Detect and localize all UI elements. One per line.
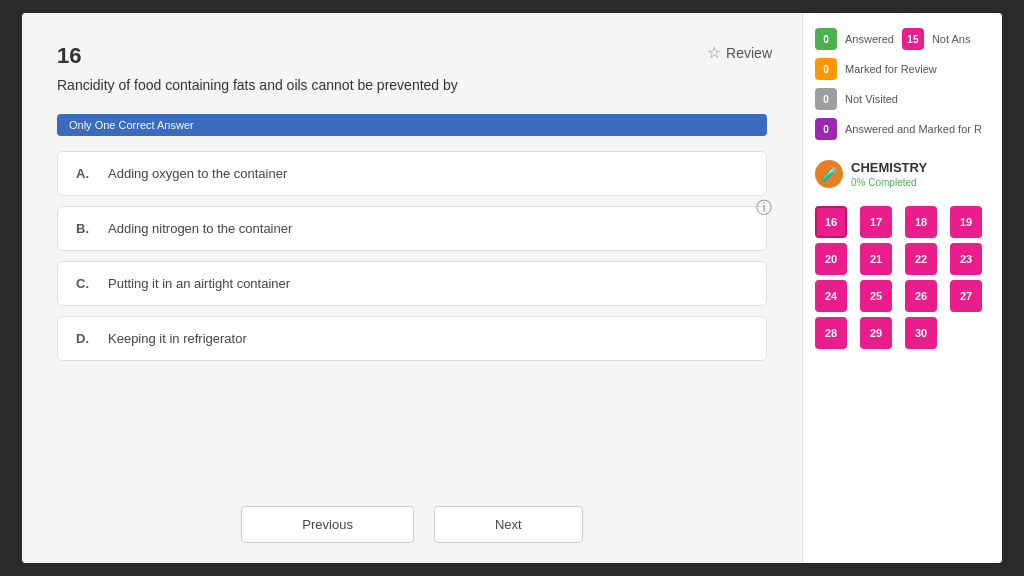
review-button[interactable]: ☆ Review <box>707 43 772 62</box>
option-a-letter: A. <box>76 166 96 181</box>
q-27[interactable]: 27 <box>950 280 982 312</box>
q-23[interactable]: 23 <box>950 243 982 275</box>
option-d-letter: D. <box>76 331 96 346</box>
subject-section: 🧪 CHEMISTRY 0% Completed <box>815 154 990 194</box>
subject-icon: 🧪 <box>815 160 843 188</box>
marked-label: Marked for Review <box>845 63 937 75</box>
screen: 16 ☆ Review Rancidity of food containing… <box>22 13 1002 563</box>
option-d[interactable]: D. Keeping it in refrigerator <box>57 316 767 361</box>
option-a[interactable]: A. Adding oxygen to the container <box>57 151 767 196</box>
answered-marked-badge: 0 <box>815 118 837 140</box>
option-b-text: Adding nitrogen to the container <box>108 221 292 236</box>
option-b[interactable]: B. Adding nitrogen to the container <box>57 206 767 251</box>
q-19[interactable]: 19 <box>950 206 982 238</box>
marked-badge: 0 <box>815 58 837 80</box>
q-18[interactable]: 18 <box>905 206 937 238</box>
q-29[interactable]: 29 <box>860 317 892 349</box>
q-24[interactable]: 24 <box>815 280 847 312</box>
q-17[interactable]: 17 <box>860 206 892 238</box>
subject-info: CHEMISTRY 0% Completed <box>851 160 927 188</box>
not-answered-label: Not Ans <box>932 33 971 45</box>
q-20[interactable]: 20 <box>815 243 847 275</box>
legend-not-visited: 0 Not Visited <box>815 88 990 110</box>
question-text: Rancidity of food containing fats and oi… <box>57 75 767 96</box>
option-a-text: Adding oxygen to the container <box>108 166 287 181</box>
answered-marked-label: Answered and Marked for R <box>845 123 982 135</box>
answered-badge: 0 <box>815 28 837 50</box>
answer-type-badge: Only One Correct Answer <box>57 114 767 136</box>
question-number: 16 <box>57 43 767 69</box>
not-visited-label: Not Visited <box>845 93 898 105</box>
q-21[interactable]: 21 <box>860 243 892 275</box>
q-28[interactable]: 28 <box>815 317 847 349</box>
review-label: Review <box>726 45 772 61</box>
legend-answered-marked: 0 Answered and Marked for R <box>815 118 990 140</box>
not-visited-badge: 0 <box>815 88 837 110</box>
question-grid: 16 17 18 19 20 21 22 23 24 25 26 27 28 2… <box>815 206 990 349</box>
next-button[interactable]: Next <box>434 506 583 543</box>
q-16[interactable]: 16 <box>815 206 847 238</box>
star-icon: ☆ <box>707 43 721 62</box>
option-b-letter: B. <box>76 221 96 236</box>
answered-label: Answered <box>845 33 894 45</box>
previous-button[interactable]: Previous <box>241 506 414 543</box>
main-content: 16 ☆ Review Rancidity of food containing… <box>22 13 802 563</box>
sidebar: 0 Answered 15 Not Ans 0 Marked for Revie… <box>802 13 1002 563</box>
legend-marked: 0 Marked for Review <box>815 58 990 80</box>
legend-answered: 0 Answered 15 Not Ans <box>815 28 990 50</box>
not-answered-badge: 15 <box>902 28 924 50</box>
options-container: A. Adding oxygen to the container B. Add… <box>57 151 767 361</box>
info-icon[interactable]: ⓘ <box>756 198 772 219</box>
nav-buttons: Previous Next <box>57 506 767 543</box>
option-c[interactable]: C. Putting it in an airtight container <box>57 261 767 306</box>
q-26[interactable]: 26 <box>905 280 937 312</box>
q-25[interactable]: 25 <box>860 280 892 312</box>
option-c-text: Putting it in an airtight container <box>108 276 290 291</box>
subject-name: CHEMISTRY <box>851 160 927 175</box>
option-d-text: Keeping it in refrigerator <box>108 331 247 346</box>
progress-text: 0% Completed <box>851 177 927 188</box>
option-c-letter: C. <box>76 276 96 291</box>
q-22[interactable]: 22 <box>905 243 937 275</box>
q-30[interactable]: 30 <box>905 317 937 349</box>
